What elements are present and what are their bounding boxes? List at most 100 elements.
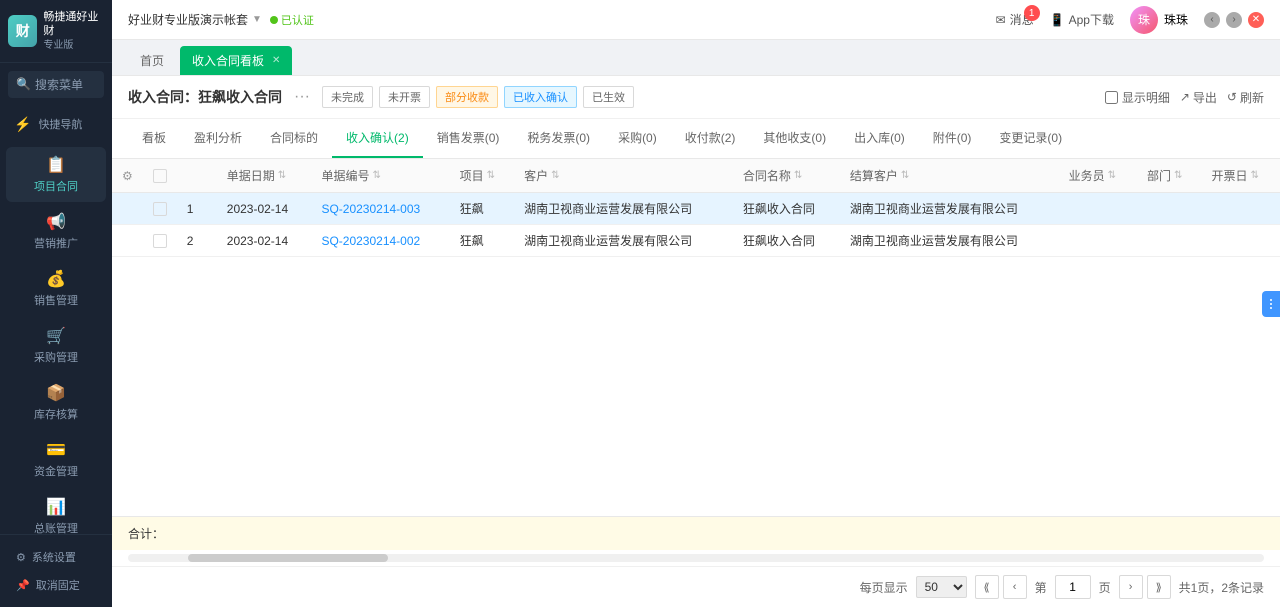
message-button[interactable]: ✉ 消息 1 [996, 11, 1034, 28]
status-tag-4[interactable]: 已生效 [583, 86, 634, 108]
open-date-sort-icon[interactable]: ⇅ [1251, 170, 1259, 181]
project-sort-icon[interactable]: ⇅ [487, 170, 495, 181]
sub-tab-4[interactable]: 销售发票(0) [423, 119, 514, 158]
logo-title: 畅捷通好业财 [43, 10, 104, 39]
sidebar-footer-item-0[interactable]: ⚙系统设置 [8, 543, 104, 571]
row-check-1[interactable] [143, 225, 177, 257]
sub-tabs: 看板盈利分析合同标的收入确认(2)销售发票(0)税务发票(0) 采购(0) 收付款(… [112, 119, 1280, 159]
page-input[interactable] [1055, 575, 1091, 599]
sub-tab-0[interactable]: 看板 [128, 119, 180, 158]
sub-tab-label-6: 采购(0) [618, 131, 657, 145]
table-header-row: ⚙ 单据日期⇅ 单据编号⇅ 项目⇅ 客户⇅ 合同名称⇅ 结算客户⇅ 业务员⇅ 部… [112, 159, 1280, 193]
right-panel-button[interactable] [1262, 291, 1280, 317]
status-tag-2[interactable]: 部分收款 [436, 86, 498, 108]
show-detail-toggle[interactable]: 显示明细 [1105, 89, 1170, 106]
sub-tab-label-1: 盈利分析 [194, 131, 242, 145]
company-selector[interactable]: 好业财专业版演示帐套 ▼ [128, 11, 262, 28]
horizontal-scrollbar[interactable] [128, 554, 1264, 562]
search-menu-button[interactable]: 🔍 搜索菜单 [8, 71, 104, 98]
sub-tab-label-7: 收付款(2) [685, 131, 736, 145]
last-page-button[interactable]: ⟫ [1147, 575, 1171, 599]
department-sort-icon[interactable]: ⇅ [1174, 170, 1182, 181]
row-customer-0: 湖南卫视商业运营发展有限公司 [514, 193, 733, 225]
select-all-checkbox[interactable] [153, 169, 167, 183]
sub-tab-7[interactable]: 收付款(2) [671, 119, 750, 158]
nav-icon-0: 📋 [46, 155, 66, 175]
tab-contract-board[interactable]: 收入合同看板 ✕ [180, 46, 292, 75]
quick-nav-button[interactable]: ⚡ 快捷导航 [6, 110, 106, 139]
row-code-0[interactable]: SQ-20230214-003 [311, 193, 449, 225]
code-sort-icon[interactable]: ⇅ [372, 170, 380, 181]
user-avatar: 珠 [1130, 6, 1158, 34]
table-row[interactable]: 2 2023-02-14 SQ-20230214-002 狂飙 湖南卫视商业运营… [112, 225, 1280, 257]
row-code-link-0[interactable]: SQ-20230214-003 [321, 202, 420, 216]
show-detail-checkbox[interactable] [1105, 91, 1118, 104]
settle-customer-sort-icon[interactable]: ⇅ [901, 170, 909, 181]
th-project: 项目⇅ [450, 159, 514, 193]
sub-tab-9[interactable]: 出入库(0) [840, 119, 919, 158]
page-label-suffix: 页 [1099, 579, 1111, 596]
sidebar-item-5[interactable]: 💳资金管理 [6, 432, 106, 487]
first-page-button[interactable]: ⟪ [975, 575, 999, 599]
sidebar-item-6[interactable]: 📊总账管理 [6, 489, 106, 534]
th-settings: ⚙ [112, 159, 143, 193]
date-sort-icon[interactable]: ⇅ [278, 170, 286, 181]
sidebar-footer-item-1[interactable]: 📌取消固定 [8, 571, 104, 599]
th-check [143, 159, 177, 193]
th-code: 单据编号⇅ [311, 159, 449, 193]
status-tag-1[interactable]: 未开票 [379, 86, 430, 108]
row-check-0[interactable] [143, 193, 177, 225]
row-code-1[interactable]: SQ-20230214-002 [311, 225, 449, 257]
window-close-button[interactable]: ✕ [1248, 12, 1264, 28]
sub-tab-6[interactable]: 采购(0) [604, 119, 671, 158]
tab-close-icon[interactable]: ✕ [272, 55, 280, 66]
th-date: 单据日期⇅ [217, 159, 312, 193]
sub-tab-label-8: 其他收支(0) [763, 131, 826, 145]
sub-tab-5[interactable]: 税务发票(0) [513, 119, 604, 158]
status-tags: 未完成未开票部分收款已收入确认已生效 [322, 86, 634, 108]
sidebar-item-2[interactable]: 💰销售管理 [6, 261, 106, 316]
sidebar-item-1[interactable]: 📢营销推广 [6, 204, 106, 259]
row-settings-1 [112, 225, 143, 257]
pagination: 每页显示 50 20 100 ⟪ ‹ 第 页 › ⟫ 共1页，2条记录 [112, 566, 1280, 607]
window-prev-button[interactable]: ‹ [1204, 12, 1220, 28]
export-button[interactable]: ↗ 导出 [1180, 89, 1217, 106]
prev-page-button[interactable]: ‹ [1003, 575, 1027, 599]
salesperson-sort-icon[interactable]: ⇅ [1108, 170, 1116, 181]
row-salesperson-0 [1059, 193, 1137, 225]
sidebar-item-4[interactable]: 📦库存核算 [6, 375, 106, 430]
next-page-button[interactable]: › [1119, 575, 1143, 599]
footer-icon-1: 📌 [16, 579, 30, 592]
sub-tab-11[interactable]: 变更记录(0) [985, 119, 1076, 158]
table-footer: 合计： [112, 516, 1280, 550]
row-code-link-1[interactable]: SQ-20230214-002 [321, 234, 420, 248]
status-tag-0[interactable]: 未完成 [322, 86, 373, 108]
scrollbar-thumb[interactable] [188, 554, 388, 562]
sidebar-item-0[interactable]: 📋项目合同 [6, 147, 106, 202]
user-menu[interactable]: 珠 珠珠 [1130, 6, 1188, 34]
nav-label-3: 采购管理 [34, 349, 78, 365]
sub-tab-8[interactable]: 其他收支(0) [749, 119, 840, 158]
table-area: ⚙ 单据日期⇅ 单据编号⇅ 项目⇅ 客户⇅ 合同名称⇅ 结算客户⇅ 业务员⇅ 部… [112, 159, 1280, 516]
sub-tab-10[interactable]: 附件(0) [919, 119, 986, 158]
settings-icon[interactable]: ⚙ [122, 169, 133, 183]
contract-name-sort-icon[interactable]: ⇅ [794, 170, 802, 181]
per-page-select[interactable]: 50 20 100 [916, 576, 967, 598]
user-name: 珠珠 [1164, 11, 1188, 28]
sidebar-item-3[interactable]: 🛒采购管理 [6, 318, 106, 373]
more-options-icon[interactable]: ··· [294, 88, 310, 106]
refresh-button[interactable]: ↺ 刷新 [1227, 89, 1264, 106]
sub-tab-2[interactable]: 合同标的 [256, 119, 332, 158]
nav-icon-2: 💰 [46, 269, 66, 289]
status-tag-3[interactable]: 已收入确认 [504, 86, 577, 108]
page-total: 共1页，2条记录 [1179, 579, 1264, 596]
window-next-button[interactable]: › [1226, 12, 1242, 28]
sub-tab-1[interactable]: 盈利分析 [180, 119, 256, 158]
sub-tab-3[interactable]: 收入确认(2) [332, 119, 423, 158]
row-customer-1: 湖南卫视商业运营发展有限公司 [514, 225, 733, 257]
tab-home[interactable]: 首页 [128, 46, 176, 75]
customer-sort-icon[interactable]: ⇅ [551, 170, 559, 181]
table-row[interactable]: 1 2023-02-14 SQ-20230214-003 狂飙 湖南卫视商业运营… [112, 193, 1280, 225]
panel-dot-3 [1270, 307, 1272, 309]
app-download-button[interactable]: 📱 App下载 [1050, 11, 1114, 28]
